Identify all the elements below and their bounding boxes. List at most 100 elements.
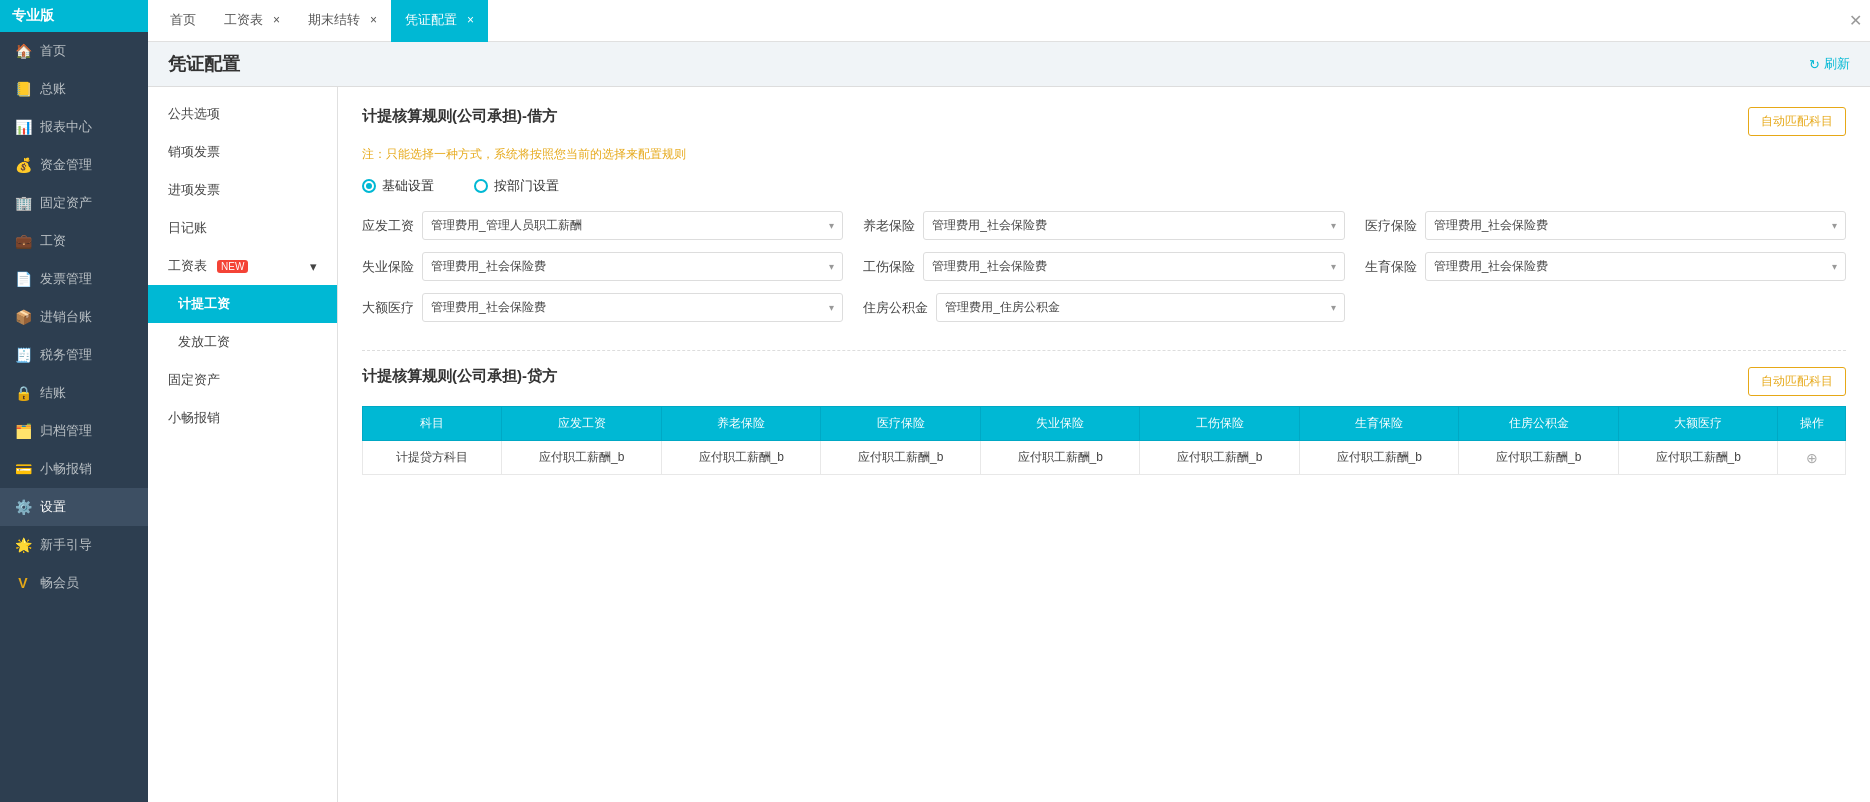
left-nav-fixed-assets-label: 固定资产: [168, 371, 220, 389]
radio-group: 基础设置 按部门设置: [362, 177, 1846, 195]
left-nav: 公共选项 销项发票 进项发票 日记账 工资表 NEW ▾ 计提工资 发放工资: [148, 87, 338, 802]
col-subject: 科目: [363, 407, 502, 441]
left-nav-pay-salary[interactable]: 发放工资: [148, 323, 337, 361]
tab-home[interactable]: 首页: [156, 0, 210, 42]
radio-department[interactable]: 按部门设置: [474, 177, 559, 195]
sidebar-item-xiaochang[interactable]: 💳 小畅报销: [0, 450, 148, 488]
sidebar-item-salary[interactable]: 💼 工资: [0, 222, 148, 260]
select-salary[interactable]: 管理费用_管理人员职工薪酬 ▾: [422, 211, 843, 240]
auto-match-btn-2[interactable]: 自动匹配科目: [1748, 367, 1846, 396]
label-housing: 住房公积金: [863, 299, 928, 317]
auto-match-btn-1[interactable]: 自动匹配科目: [1748, 107, 1846, 136]
sidebar-item-label: 进销台账: [40, 308, 92, 326]
divider: [362, 350, 1846, 351]
select-pension-value: 管理费用_社会保险费: [932, 217, 1047, 234]
cell-action[interactable]: ⊕: [1778, 441, 1846, 475]
sidebar-item-close[interactable]: 🔒 结账: [0, 374, 148, 412]
section1-note: 注：只能选择一种方式，系统将按照您当前的选择来配置规则: [362, 146, 1846, 163]
sidebar-item-member[interactable]: V 畅会员: [0, 564, 148, 602]
select-salary-value: 管理费用_管理人员职工薪酬: [431, 217, 582, 234]
left-nav-journal[interactable]: 日记账: [148, 209, 337, 247]
sidebar-item-archive[interactable]: 🗂️ 归档管理: [0, 412, 148, 450]
cell-unemployment: 应付职工薪酬_b: [980, 441, 1140, 475]
select-medical-value: 管理费用_社会保险费: [1434, 217, 1549, 234]
cell-birth: 应付职工薪酬_b: [1299, 441, 1459, 475]
assets-icon: 🏢: [14, 195, 32, 211]
select-birth[interactable]: 管理费用_社会保险费 ▾: [1425, 252, 1846, 281]
tab-home-label: 首页: [170, 11, 196, 29]
edit-icon[interactable]: ⊕: [1806, 450, 1818, 466]
tab-period-close-label: 期末结转: [308, 11, 360, 29]
sidebar-item-label: 新手引导: [40, 536, 92, 554]
col-pension: 养老保险: [661, 407, 821, 441]
page-header: 凭证配置 ↻ 刷新: [148, 42, 1870, 87]
chevron-down-icon: ▾: [829, 261, 834, 272]
col-housing: 住房公积金: [1459, 407, 1619, 441]
sidebar-item-label: 设置: [40, 498, 66, 516]
sidebar-item-assets[interactable]: 🏢 固定资产: [0, 184, 148, 222]
radio-department-label: 按部门设置: [494, 177, 559, 195]
tab-bar: 首页 工资表 × 期末结转 × 凭证配置 × ✕: [148, 0, 1870, 42]
label-medical: 医疗保险: [1365, 217, 1417, 235]
sidebar-item-reports[interactable]: 📊 报表中心: [0, 108, 148, 146]
label-injury: 工伤保险: [863, 258, 915, 276]
tab-period-close-close[interactable]: ×: [370, 13, 377, 27]
select-unemployment[interactable]: 管理费用_社会保险费 ▾: [422, 252, 843, 281]
close-all-tabs-button[interactable]: ✕: [1849, 11, 1862, 30]
sidebar-item-funds[interactable]: 💰 资金管理: [0, 146, 148, 184]
left-nav-calc-salary[interactable]: 计提工资: [148, 285, 337, 323]
select-injury[interactable]: 管理费用_社会保险费 ▾: [923, 252, 1344, 281]
form-row-birth: 生育保险 管理费用_社会保险费 ▾: [1365, 252, 1846, 281]
tab-period-close[interactable]: 期末结转 ×: [294, 0, 391, 42]
label-major-medical: 大额医疗: [362, 299, 414, 317]
funds-icon: 💰: [14, 157, 32, 173]
salary-icon: 💼: [14, 233, 32, 249]
tab-voucher-config[interactable]: 凭证配置 ×: [391, 0, 488, 42]
label-salary: 应发工资: [362, 217, 414, 235]
select-housing[interactable]: 管理费用_住房公积金 ▾: [936, 293, 1344, 322]
tab-salary-table-close[interactable]: ×: [273, 13, 280, 27]
tab-salary-table[interactable]: 工资表 ×: [210, 0, 294, 42]
col-salary: 应发工资: [502, 407, 662, 441]
left-nav-pay-salary-label: 发放工资: [178, 333, 230, 351]
left-nav-fixed-assets[interactable]: 固定资产: [148, 361, 337, 399]
left-nav-expense[interactable]: 小畅报销: [148, 399, 337, 437]
radio-basic-label: 基础设置: [382, 177, 434, 195]
form-row-medical: 医疗保险 管理费用_社会保险费 ▾: [1365, 211, 1846, 240]
sidebar-item-label: 税务管理: [40, 346, 92, 364]
select-medical[interactable]: 管理费用_社会保险费 ▾: [1425, 211, 1846, 240]
reports-icon: 📊: [14, 119, 32, 135]
sidebar-item-settings[interactable]: ⚙️ 设置: [0, 488, 148, 526]
tab-voucher-config-close[interactable]: ×: [467, 13, 474, 27]
section-credit: 计提核算规则(公司承担)-贷方 自动匹配科目 科目 应发工资 养老保险 医疗保险…: [362, 367, 1846, 475]
cell-subject: 计提贷方科目: [363, 441, 502, 475]
chevron-down-icon: ▾: [1832, 261, 1837, 272]
sidebar-item-tax[interactable]: 🧾 税务管理: [0, 336, 148, 374]
sidebar-item-label: 结账: [40, 384, 66, 402]
left-nav-salary-table[interactable]: 工资表 NEW ▾: [148, 247, 337, 285]
archive-icon: 🗂️: [14, 423, 32, 439]
sidebar-item-stock[interactable]: 📦 进销台账: [0, 298, 148, 336]
sidebar-item-home[interactable]: 🏠 首页: [0, 32, 148, 70]
chevron-down-icon: ▾: [829, 302, 834, 313]
guide-icon: 🌟: [14, 537, 32, 553]
left-nav-expense-label: 小畅报销: [168, 409, 220, 427]
refresh-button[interactable]: ↻ 刷新: [1809, 55, 1850, 73]
stock-icon: 📦: [14, 309, 32, 325]
left-nav-public[interactable]: 公共选项: [148, 95, 337, 133]
radio-basic[interactable]: 基础设置: [362, 177, 434, 195]
form-row-unemployment: 失业保险 管理费用_社会保险费 ▾: [362, 252, 843, 281]
sidebar-item-guide[interactable]: 🌟 新手引导: [0, 526, 148, 564]
sidebar-item-invoice[interactable]: 📄 发票管理: [0, 260, 148, 298]
left-nav-purchase-invoice[interactable]: 进项发票: [148, 171, 337, 209]
sidebar-header: 专业版: [0, 0, 148, 32]
select-unemployment-value: 管理费用_社会保险费: [431, 258, 546, 275]
radio-basic-circle: [362, 179, 376, 193]
select-pension[interactable]: 管理费用_社会保险费 ▾: [923, 211, 1344, 240]
select-major-medical[interactable]: 管理费用_社会保险费 ▾: [422, 293, 843, 322]
sidebar-item-ledger[interactable]: 📒 总账: [0, 70, 148, 108]
form-row-salary: 应发工资 管理费用_管理人员职工薪酬 ▾: [362, 211, 843, 240]
form-row-major-medical: 大额医疗 管理费用_社会保险费 ▾: [362, 293, 843, 322]
left-nav-sales-invoice[interactable]: 销项发票: [148, 133, 337, 171]
expand-icon: ▾: [310, 259, 317, 274]
